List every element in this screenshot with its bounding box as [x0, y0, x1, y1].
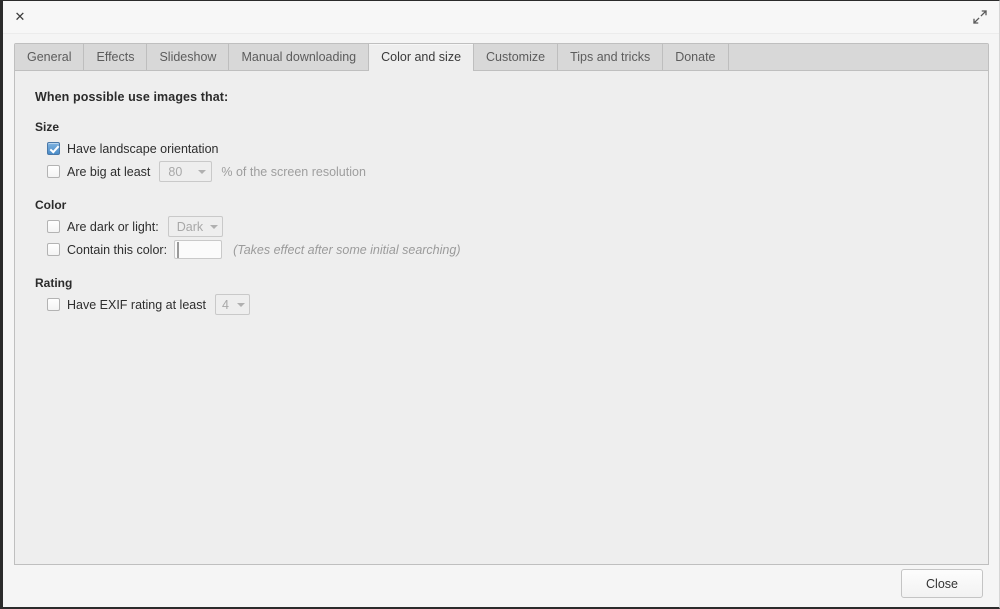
group-title-size: Size	[35, 120, 60, 134]
dropdown-value: Dark	[176, 219, 204, 234]
dropdown-minimum-size-percent[interactable]: 80	[159, 161, 213, 182]
color-swatch	[177, 242, 180, 258]
chevron-down-icon	[209, 224, 218, 229]
label-exif-rating: Have EXIF rating at least	[67, 297, 206, 312]
tab-manual-downloading[interactable]: Manual downloading	[229, 44, 370, 70]
tab-general[interactable]: General	[15, 44, 85, 70]
group-rating: Rating Have EXIF rating at least 4	[33, 276, 970, 316]
row-landscape-orientation: Have landscape orientation	[47, 137, 970, 160]
label-landscape-orientation: Have landscape orientation	[67, 141, 219, 156]
dropdown-dark-or-light[interactable]: Dark	[167, 216, 223, 237]
tab-label: Donate	[675, 50, 716, 64]
label-dark-or-light: Are dark or light:	[67, 219, 159, 234]
group-color: Color Are dark or light: Dark Contain th…	[33, 198, 970, 261]
footer-bar: Close	[3, 560, 999, 607]
chevron-down-icon	[236, 302, 245, 307]
tab-customize[interactable]: Customize	[474, 44, 559, 70]
tab-effects[interactable]: Effects	[84, 44, 148, 70]
preferences-window: ✕ General Effects Slideshow Manual downl…	[0, 0, 1000, 609]
tab-label: Manual downloading	[241, 50, 357, 64]
tab-content-panel: When possible use images that: Size Have…	[14, 70, 989, 565]
tab-tips-and-tricks[interactable]: Tips and tricks	[558, 44, 664, 70]
panel-intro-text: When possible use images that:	[35, 90, 229, 104]
label-contain-this-color: Contain this color:	[67, 242, 168, 257]
group-title-rating: Rating	[35, 276, 73, 290]
group-size: Size Have landscape orientation Are big …	[33, 120, 970, 183]
close-button[interactable]: Close	[901, 569, 983, 598]
row-contain-this-color: Contain this color: (Takes effect after …	[47, 238, 970, 261]
checkbox-landscape-orientation[interactable]	[47, 142, 60, 155]
close-icon[interactable]: ✕	[10, 7, 30, 27]
tab-bar-filler	[727, 44, 988, 70]
checkbox-contain-this-color[interactable]	[47, 243, 60, 256]
hint-takes-effect: (Takes effect after some initial searchi…	[233, 242, 461, 257]
dropdown-exif-rating[interactable]: 4	[214, 294, 250, 315]
title-bar: ✕	[3, 1, 999, 34]
row-big-at-least: Are big at least 80 % of the screen reso…	[47, 160, 970, 183]
group-title-color: Color	[35, 198, 67, 212]
tab-bar: General Effects Slideshow Manual downloa…	[14, 43, 989, 71]
tab-label: Effects	[96, 50, 135, 64]
expand-icon[interactable]	[969, 6, 991, 28]
tab-label: Slideshow	[159, 50, 217, 64]
chevron-down-icon	[198, 169, 207, 174]
row-dark-or-light: Are dark or light: Dark	[47, 215, 970, 238]
tab-label: General	[27, 50, 72, 64]
tab-color-and-size[interactable]: Color and size	[368, 44, 475, 71]
tab-label: Customize	[486, 50, 546, 64]
tab-donate[interactable]: Donate	[663, 44, 729, 70]
row-exif-rating: Have EXIF rating at least 4	[47, 293, 970, 316]
tab-label: Tips and tricks	[570, 50, 651, 64]
checkbox-dark-or-light[interactable]	[47, 220, 60, 233]
dropdown-value: 4	[221, 297, 229, 312]
tab-slideshow[interactable]: Slideshow	[147, 44, 230, 70]
tab-label: Color and size	[381, 50, 462, 64]
color-swatch-button[interactable]	[174, 240, 223, 259]
label-big-at-least: Are big at least	[67, 164, 151, 179]
checkbox-big-at-least[interactable]	[47, 165, 60, 178]
checkbox-exif-rating[interactable]	[47, 298, 60, 311]
suffix-screen-resolution: % of the screen resolution	[221, 164, 366, 179]
dropdown-value: 80	[168, 164, 183, 179]
